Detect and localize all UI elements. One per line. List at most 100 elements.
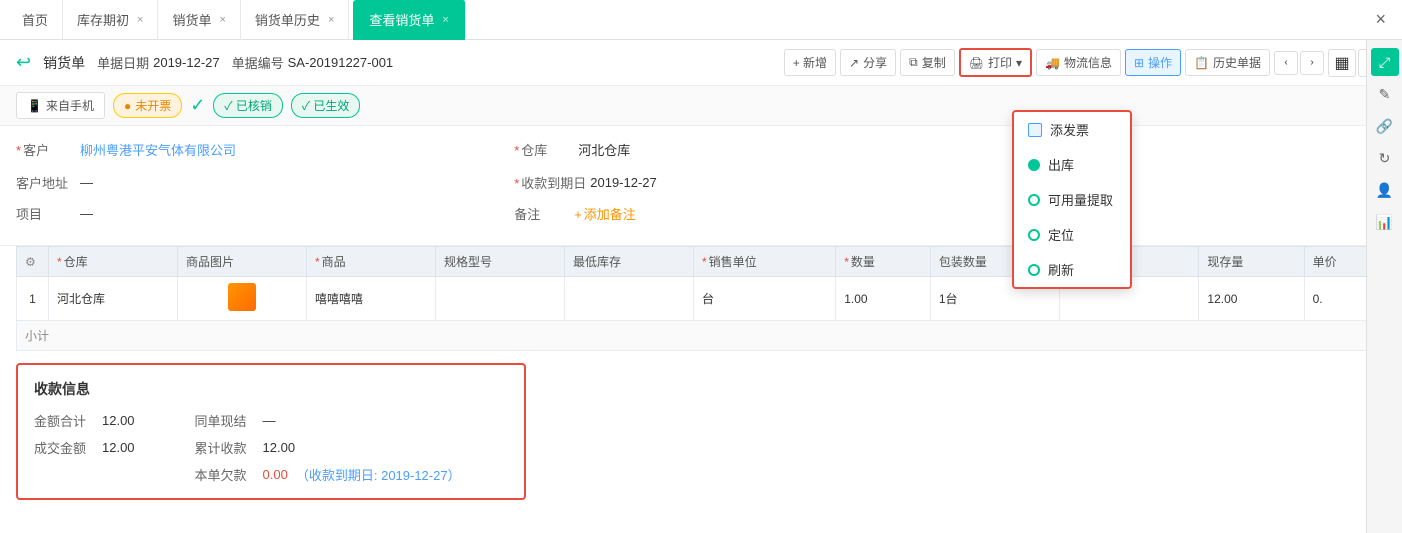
tab-view-sales[interactable]: 查看销货单 × bbox=[353, 0, 465, 40]
new-button[interactable]: + 新增 bbox=[784, 49, 836, 76]
doc-number-label: 单据编号 bbox=[232, 53, 284, 72]
add-invoice-icon bbox=[1028, 123, 1042, 137]
tab-sales[interactable]: 销货单 × bbox=[158, 0, 240, 40]
col-image: 商品图片 bbox=[178, 247, 307, 277]
row-quantity: 1.00 bbox=[836, 277, 931, 321]
dropdown-outbound[interactable]: 出库 bbox=[1014, 147, 1130, 182]
cancelled-tag[interactable]: ✓ 已核销 bbox=[213, 93, 283, 118]
dropdown-refresh[interactable]: 刷新 bbox=[1014, 252, 1130, 287]
warehouse-field: 仓库 河北仓库 bbox=[514, 138, 1012, 161]
sidebar-icon-expand[interactable]: ⤢ bbox=[1371, 48, 1399, 76]
col-spec: 规格型号 bbox=[436, 247, 565, 277]
row-spec bbox=[436, 277, 565, 321]
payment-date-label: 收款到期日 bbox=[514, 173, 586, 192]
add-note-button[interactable]: 添加备注 bbox=[574, 204, 636, 223]
sidebar-icon-link[interactable]: 🔗 bbox=[1371, 112, 1399, 140]
notes-label: 备注 bbox=[514, 204, 574, 223]
window-close-button[interactable]: × bbox=[1367, 9, 1394, 30]
tab-close-sales-history[interactable]: × bbox=[328, 14, 334, 26]
row-image bbox=[178, 277, 307, 321]
settings-icon[interactable]: ⚙ bbox=[25, 255, 36, 269]
print-icon: 🖨 bbox=[969, 56, 984, 70]
payment-date-field: 收款到期日 2019-12-27 bbox=[514, 173, 1012, 192]
share-icon: ↗ bbox=[849, 56, 859, 70]
dropdown-available-pickup[interactable]: 可用量提取 bbox=[1014, 182, 1130, 217]
same-order-value: — bbox=[263, 413, 276, 428]
operation-dropdown: 添发票 出库 可用量提取 定位 刷新 bbox=[1012, 110, 1132, 289]
action-bar: 📱 来自手机 ● 未开票 ✓ ✓ 已核销 ✓ 已生效 bbox=[0, 86, 1402, 126]
col-product: 商品 bbox=[307, 247, 436, 277]
subtotal-row: 小计 bbox=[17, 321, 1386, 351]
grid-view-button[interactable]: ▦ bbox=[1328, 49, 1356, 77]
address-field: 客户地址 — bbox=[16, 173, 514, 192]
effective-tag[interactable]: ✓ 已生效 bbox=[291, 93, 361, 118]
tab-close-view-sales[interactable]: × bbox=[442, 14, 448, 26]
row-current-stock: 12.00 bbox=[1199, 277, 1304, 321]
refresh-icon bbox=[1028, 264, 1040, 276]
tab-sales-history[interactable]: 销货单历史 × bbox=[241, 0, 349, 40]
warehouse-label: 仓库 bbox=[514, 140, 574, 159]
customer-value[interactable]: 柳州粤港平安气体有限公司 bbox=[76, 138, 240, 161]
doc-number-value: SA-20191227-001 bbox=[288, 55, 394, 70]
project-value: — bbox=[76, 204, 97, 223]
logistics-button[interactable]: 🚚 物流信息 bbox=[1036, 49, 1121, 76]
payment-date-value[interactable]: 2019-12-27 bbox=[586, 173, 661, 192]
sidebar-icon-user[interactable]: 👤 bbox=[1371, 176, 1399, 204]
operation-icon: ⊞ bbox=[1134, 56, 1144, 70]
row-warehouse: 河北仓库 bbox=[49, 277, 178, 321]
right-sidebar: ⤢ ✎ 🔗 ↻ 👤 📊 bbox=[1366, 40, 1402, 533]
same-order-row: 同单现结 — bbox=[195, 411, 461, 430]
next-button[interactable]: › bbox=[1300, 51, 1324, 75]
sidebar-icon-refresh[interactable]: ↻ bbox=[1371, 144, 1399, 172]
payment-rows: 金额合计 12.00 成交金额 12.00 同单现结 — 累计收款 12.00 bbox=[34, 411, 508, 484]
col-min-stock: 最低库存 bbox=[565, 247, 694, 277]
row-product: 嘻嘻嘻嘻 bbox=[307, 277, 436, 321]
project-label: 项目 bbox=[16, 204, 76, 223]
tab-bar: 首页 库存期初 × 销货单 × 销货单历史 × 查看销货单 × × bbox=[0, 0, 1402, 40]
payment-info-box: 收款信息 金额合计 12.00 成交金额 12.00 同单现结 — 累计收款 bbox=[16, 363, 526, 500]
cumulative-value: 12.00 bbox=[263, 440, 296, 455]
subtotal-label: 小计 bbox=[17, 321, 1386, 351]
form-area: 客户 柳州粤港平安气体有限公司 仓库 河北仓库 业务员 演示账号 客户地址 — … bbox=[0, 126, 1402, 246]
prev-button[interactable]: ‹ bbox=[1274, 51, 1298, 75]
doc-header: ↩ 销货单 单据日期 2019-12-27 单据编号 SA-20191227-0… bbox=[0, 40, 1402, 86]
tab-close-inventory[interactable]: × bbox=[137, 14, 143, 26]
col-current-stock: 现存量 bbox=[1199, 247, 1304, 277]
address-value: — bbox=[76, 173, 97, 192]
col-unit: 销售单位 bbox=[694, 247, 836, 277]
print-dropdown-arrow: ▾ bbox=[1016, 56, 1022, 70]
sidebar-icon-data[interactable]: 📊 bbox=[1371, 208, 1399, 236]
form-row-3: 项目 — 备注 添加备注 业务员孟 — bbox=[16, 204, 1386, 223]
print-button[interactable]: 🖨 打印 ▾ bbox=[959, 48, 1032, 77]
payment-col-left: 金额合计 12.00 成交金额 12.00 bbox=[34, 411, 135, 484]
form-row-1: 客户 柳州粤港平安气体有限公司 仓库 河北仓库 业务员 演示账号 bbox=[16, 138, 1386, 161]
sidebar-icon-edit[interactable]: ✎ bbox=[1371, 80, 1399, 108]
warehouse-value[interactable]: 河北仓库 bbox=[574, 138, 634, 161]
amount-total-value: 12.00 bbox=[102, 413, 135, 428]
payment-title: 收款信息 bbox=[34, 379, 508, 399]
operation-button[interactable]: ⊞ 操作 bbox=[1125, 49, 1181, 76]
dropdown-add-invoice[interactable]: 添发票 bbox=[1014, 112, 1130, 147]
share-button[interactable]: ↗ 分享 bbox=[840, 49, 896, 76]
project-field: 项目 — bbox=[16, 204, 514, 223]
customer-field: 客户 柳州粤港平安气体有限公司 bbox=[16, 138, 514, 161]
doc-title-area: ↩ 销货单 单据日期 2019-12-27 单据编号 SA-20191227-0… bbox=[16, 52, 393, 73]
nav-arrows: ‹ › bbox=[1274, 51, 1324, 75]
tab-home[interactable]: 首页 bbox=[8, 0, 63, 40]
address-label: 客户地址 bbox=[16, 173, 76, 192]
check-icon-tag: ✓ bbox=[190, 95, 205, 116]
tab-inventory[interactable]: 库存期初 × bbox=[63, 0, 158, 40]
doc-date-value: 2019-12-27 bbox=[153, 55, 220, 70]
toolbar: + 新增 ↗ 分享 ⧉ 复制 🖨 打印 ▾ 🚚 物流信息 ⊞ 操作 bbox=[784, 48, 1386, 77]
main-content: ↩ 销货单 单据日期 2019-12-27 单据编号 SA-20191227-0… bbox=[0, 40, 1402, 533]
phone-icon: 📱 bbox=[27, 99, 42, 113]
cumulative-row: 累计收款 12.00 bbox=[195, 438, 461, 457]
copy-button[interactable]: ⧉ 复制 bbox=[900, 49, 955, 76]
not-open-ticket-tag[interactable]: ● 未开票 bbox=[113, 93, 182, 118]
tab-close-sales[interactable]: × bbox=[219, 14, 225, 26]
col-settings: ⚙ bbox=[17, 247, 49, 277]
from-phone-button[interactable]: 📱 来自手机 bbox=[16, 92, 105, 119]
table-container: ⚙ 仓库 商品图片 商品 规格型号 最低库存 销售单位 数量 包装数量 可用量 … bbox=[0, 246, 1402, 351]
history-button[interactable]: 📋 历史单据 bbox=[1185, 49, 1270, 76]
dropdown-locate[interactable]: 定位 bbox=[1014, 217, 1130, 252]
